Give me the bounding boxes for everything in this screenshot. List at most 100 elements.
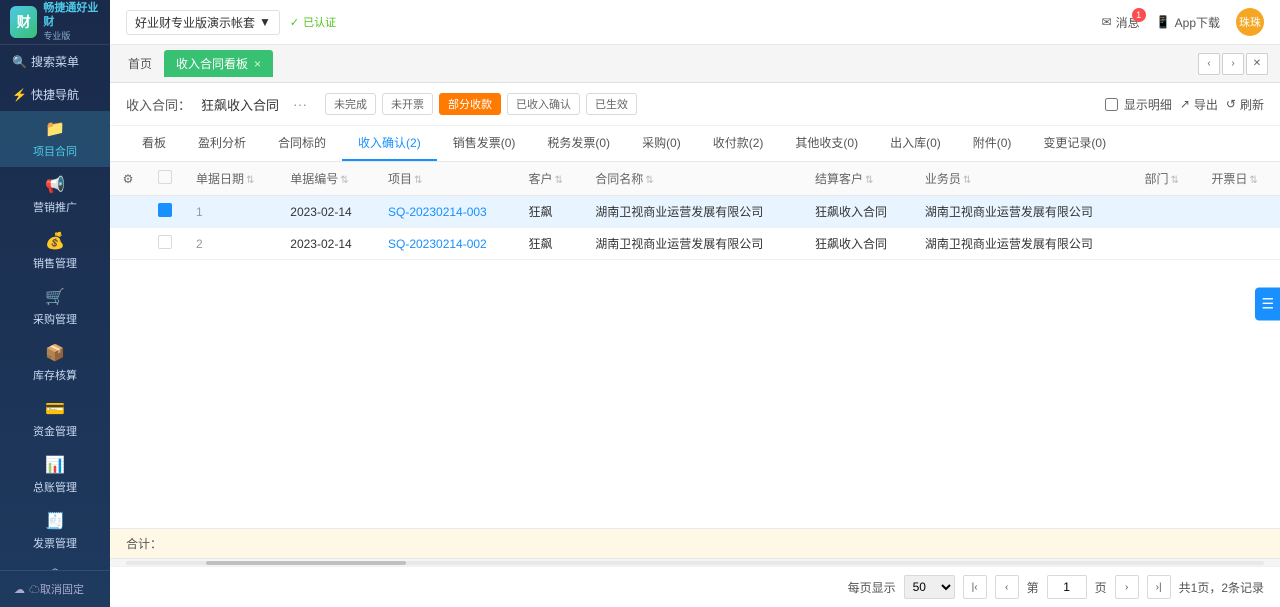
show-detail-checkbox[interactable]: 显示明细 [1105, 96, 1172, 113]
row-2-contract-name: 狂飙收入合同 [803, 228, 913, 260]
page-next-button[interactable]: › [1115, 575, 1139, 599]
th-date[interactable]: 单据日期⇅ [184, 162, 278, 196]
scroll-thumb[interactable] [206, 561, 406, 565]
row-2-number[interactable]: SQ-20230214-002 [376, 228, 516, 260]
tab-payment[interactable]: 收付款(2) [697, 126, 780, 161]
row-2-link[interactable]: SQ-20230214-002 [388, 237, 487, 251]
tab-other-income[interactable]: 其他收支(0) [779, 126, 874, 161]
status-effective[interactable]: 已生效 [586, 93, 637, 115]
row-2-date: 2023-02-14 [278, 228, 376, 260]
status-incomplete[interactable]: 未完成 [325, 93, 376, 115]
marketing-icon: 📢 [45, 175, 65, 195]
home-breadcrumb[interactable]: 首页 [122, 53, 158, 74]
status-uninvoiced[interactable]: 未开票 [382, 93, 433, 115]
th-checkbox[interactable] [146, 162, 184, 196]
tab-nav-prev[interactable]: ‹ [1198, 53, 1220, 75]
th-contract-name[interactable]: 合同名称⇅ [583, 162, 803, 196]
tab-board[interactable]: 看板 [126, 126, 182, 161]
tab-close-all[interactable]: ✕ [1246, 53, 1268, 75]
status-partial-receipt[interactable]: 部分收款 [439, 93, 501, 115]
tab-revenue-confirm[interactable]: 收入确认(2) [342, 126, 437, 161]
tab-close-button[interactable]: × [254, 57, 261, 71]
tab-sales-invoice[interactable]: 销售发票(0) [437, 126, 532, 161]
row-1-result-customer: 湖南卫视商业运营发展有限公司 [913, 196, 1133, 228]
tab-profit[interactable]: 盈利分析 [182, 126, 262, 161]
row-2-checkbox[interactable] [146, 228, 184, 260]
th-salesman[interactable]: 业务员⇅ [913, 162, 1133, 196]
row-1-number[interactable]: SQ-20230214-003 [376, 196, 516, 228]
th-open-date[interactable]: 开票日⇅ [1199, 162, 1280, 196]
contract-tab[interactable]: 收入合同看板 × [164, 50, 273, 77]
row-1-department [1199, 196, 1280, 228]
sidebar-label-finance: 资金管理 [33, 423, 77, 439]
row-1-link[interactable]: SQ-20230214-003 [388, 205, 487, 219]
tab-purchase[interactable]: 采购(0) [626, 126, 697, 161]
th-number[interactable]: 单据编号⇅ [278, 162, 376, 196]
th-customer[interactable]: 客户⇅ [516, 162, 583, 196]
detail-checkbox-input[interactable] [1105, 98, 1118, 111]
total-info: 共1页，2条记录 [1179, 579, 1264, 596]
sidebar-item-finance[interactable]: 💳 资金管理 [0, 391, 110, 447]
sidebar-label-inventory: 库存核算 [33, 367, 77, 383]
th-result-customer[interactable]: 结算客户⇅ [803, 162, 913, 196]
tab-attachment[interactable]: 附件(0) [957, 126, 1028, 161]
table-row[interactable]: 2 2023-02-14 SQ-20230214-002 狂飙 湖南卫视商业运营… [110, 228, 1280, 260]
purchase-icon: 🛒 [45, 287, 65, 307]
sort-customer-icon: ⇅ [554, 175, 562, 186]
sidebar-item-tax[interactable]: 🏛 税务管理 [0, 559, 110, 570]
export-button[interactable]: ↗ 导出 [1180, 96, 1218, 113]
table-row[interactable]: 1 2023-02-14 SQ-20230214-003 狂飙 湖南卫视商业运营… [110, 196, 1280, 228]
company-selector[interactable]: 好业财专业版演示帐套 ▼ [126, 10, 280, 35]
tab-tax-invoice[interactable]: 税务发票(0) [531, 126, 626, 161]
page-number-input[interactable] [1047, 575, 1087, 599]
tab-change-log[interactable]: 变更记录(0) [1027, 126, 1122, 161]
app-name: 畅捷通好业财 [43, 2, 100, 28]
th-project[interactable]: 项目⇅ [376, 162, 516, 196]
unpin-button[interactable]: ☁ ☁取消固定 [6, 577, 104, 601]
sort-dept-icon: ⇅ [1171, 175, 1179, 186]
page-first-button[interactable]: |‹ [963, 575, 987, 599]
app-download-button[interactable]: 📱 App下载 [1156, 14, 1220, 31]
sidebar-item-search[interactable]: 🔍 搜索菜单 [0, 45, 110, 78]
sidebar-item-quicknav[interactable]: ⚡ 快捷导航 [0, 78, 110, 111]
avatar: 珠珠 [1236, 8, 1264, 36]
header-checkbox[interactable] [158, 170, 172, 184]
status-revenue-confirmed[interactable]: 已收入确认 [507, 93, 580, 115]
scroll-indicator[interactable] [110, 558, 1280, 566]
sidebar-item-ledger[interactable]: 📊 总账管理 [0, 447, 110, 503]
row-1-date: 2023-02-14 [278, 196, 376, 228]
th-department[interactable]: 部门⇅ [1133, 162, 1200, 196]
sidebar-item-marketing[interactable]: 📢 营销推广 [0, 167, 110, 223]
inventory-icon: 📦 [45, 343, 65, 363]
sidebar-label-project: 项目合同 [33, 143, 77, 159]
sidebar-bottom[interactable]: ☁ ☁取消固定 [0, 570, 110, 607]
tab-subject[interactable]: 合同标的 [262, 126, 342, 161]
sidebar-item-inventory[interactable]: 📦 库存核算 [0, 335, 110, 391]
table-header-row: ⚙ 单据日期⇅ 单据编号⇅ 项目⇅ 客户⇅ 合同名称⇅ 结算客户⇅ 业务员⇅ 部… [110, 162, 1280, 196]
tab-warehouse[interactable]: 出入库(0) [874, 126, 957, 161]
table-container: ⚙ 单据日期⇅ 单据编号⇅ 项目⇅ 客户⇅ 合同名称⇅ 结算客户⇅ 业务员⇅ 部… [110, 162, 1280, 528]
export-label: 导出 [1194, 96, 1218, 113]
more-button[interactable]: ··· [293, 96, 307, 112]
message-button[interactable]: ✉ 1 消息 [1102, 14, 1140, 31]
row-2-settings [110, 228, 146, 260]
per-page-select[interactable]: 50 100 200 [904, 575, 955, 599]
tab-nav-next[interactable]: › [1222, 53, 1244, 75]
row-1-checkbox-input[interactable] [158, 203, 172, 217]
page-last-button[interactable]: ›| [1147, 575, 1171, 599]
sidebar-item-sales[interactable]: 💰 销售管理 [0, 223, 110, 279]
right-action-button[interactable]: ☰ [1255, 287, 1280, 320]
refresh-button[interactable]: ↺ 刷新 [1226, 96, 1264, 113]
th-settings[interactable]: ⚙ [110, 162, 146, 196]
row-1-checkbox[interactable] [146, 196, 184, 228]
row-2-project: 狂飙 [516, 228, 583, 260]
sidebar-item-invoice[interactable]: 🧾 发票管理 [0, 503, 110, 559]
page-prev-button[interactable]: ‹ [995, 575, 1019, 599]
sidebar-item-purchase[interactable]: 🛒 采购管理 [0, 279, 110, 335]
row-2-checkbox-input[interactable] [158, 235, 172, 249]
status-tags: 未完成 未开票 部分收款 已收入确认 已生效 [325, 93, 637, 115]
row-1-settings [110, 196, 146, 228]
sidebar-item-project[interactable]: 📁 项目合同 [0, 111, 110, 167]
row-2-salesman [1133, 228, 1200, 260]
user-menu[interactable]: 珠珠 [1236, 8, 1264, 36]
